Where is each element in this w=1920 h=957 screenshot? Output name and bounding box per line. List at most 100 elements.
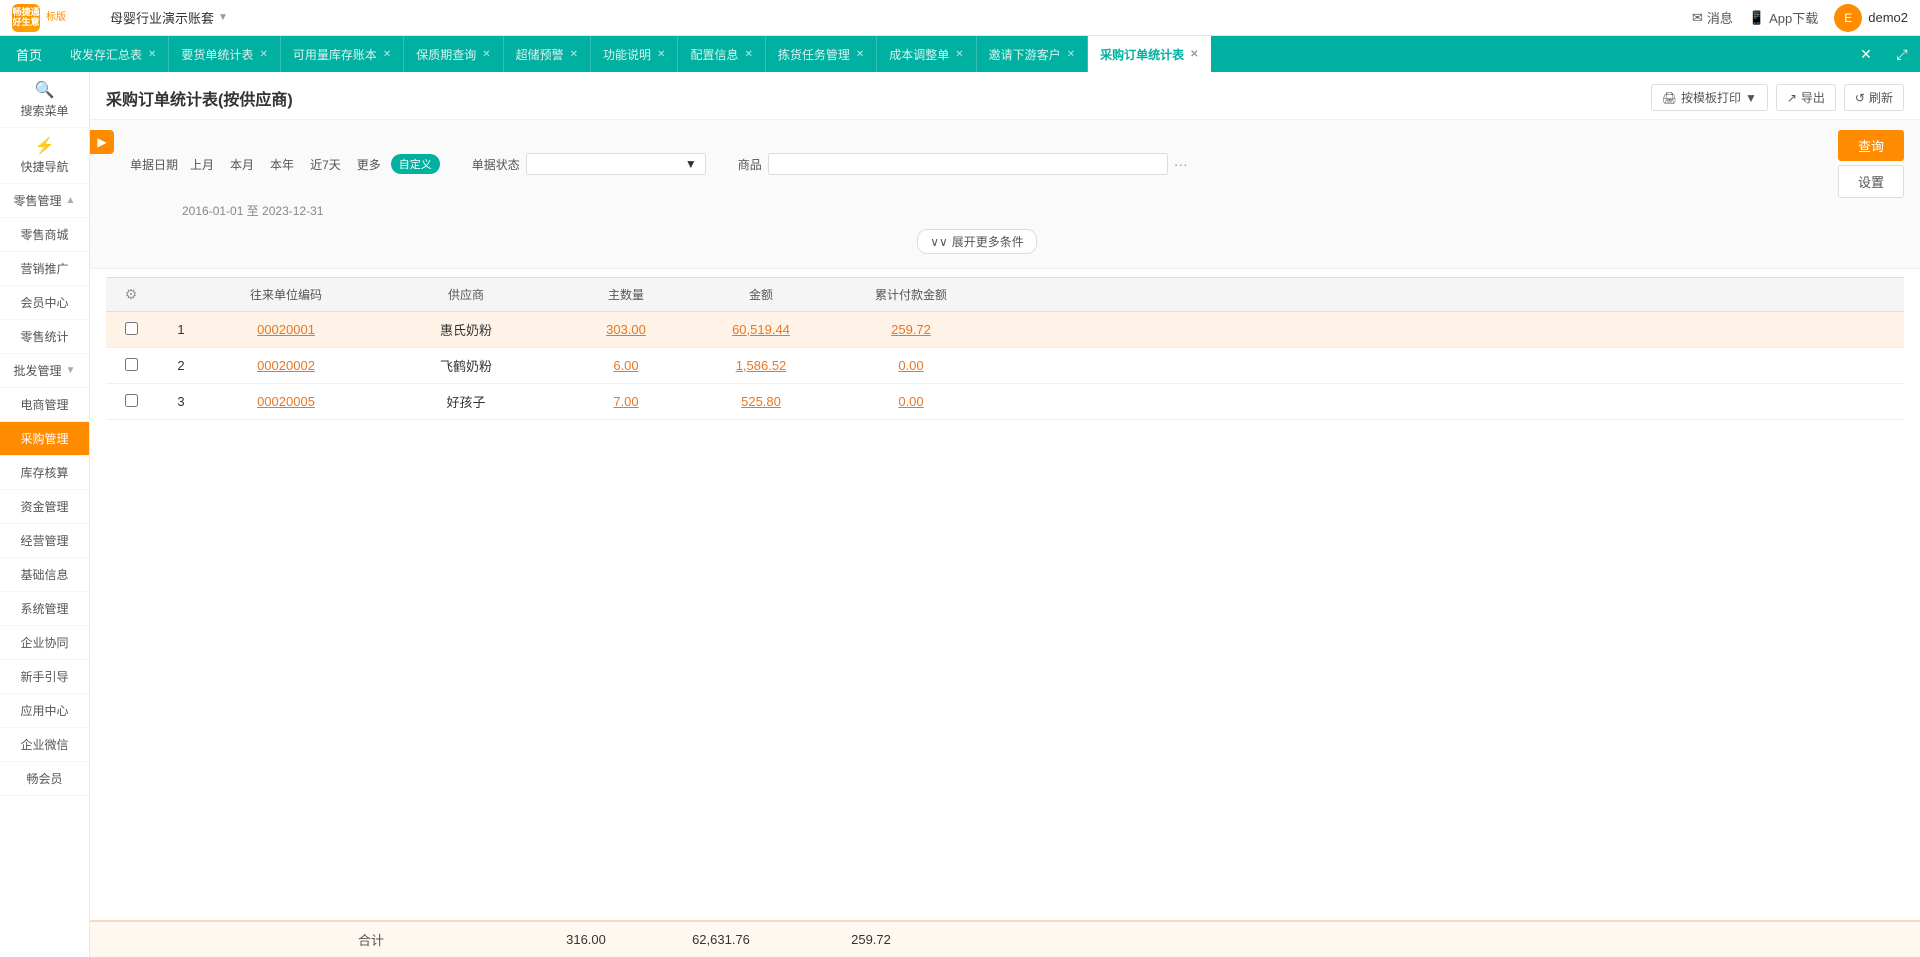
app-download-btn[interactable]: 📱 App下载 [1749, 8, 1818, 27]
user-name: demo2 [1868, 10, 1908, 25]
export-btn[interactable]: ↗ 导出 [1776, 84, 1836, 111]
tab-close-keyongliang[interactable]: ✕ [383, 49, 391, 60]
tab-bar: 首页 收发存汇总表 ✕ 要货单统计表 ✕ 可用量库存账本 ✕ 保质期查询 ✕ 超… [0, 36, 1920, 72]
tab-close-zhehuo[interactable]: ✕ [856, 49, 864, 60]
sidebar-label-basic: 基础信息 [20, 566, 68, 583]
date-shortcut-thisyear[interactable]: 本年 [264, 154, 300, 175]
sidebar-item-enterprise[interactable]: 企业协同 [0, 626, 89, 660]
message-btn[interactable]: ✉ 消息 [1692, 8, 1733, 27]
tab-close-chaochuyujing[interactable]: ✕ [570, 49, 578, 60]
footer-qty: 316.00 [526, 932, 646, 947]
top-bar: 畅捷通好生意 标版 母婴行业演示账套 ▼ ✉ 消息 📱 App下载 E demo… [0, 0, 1920, 36]
tab-close-shoufahuizong[interactable]: ✕ [148, 49, 156, 60]
user-area[interactable]: E demo2 [1834, 4, 1908, 32]
refresh-btn[interactable]: ↺ 刷新 [1844, 84, 1904, 111]
date-custom-tag[interactable]: 自定义 [391, 154, 440, 174]
filter-toggle-icon: ▶ [97, 135, 106, 149]
tab-close-all-btn[interactable]: ✕ [1848, 36, 1884, 72]
sidebar-label-quicknav: 快捷导航 [20, 158, 68, 175]
print-btn[interactable]: 🖨 按模板打印 ▼ [1651, 84, 1768, 111]
sidebar-item-member[interactable]: 会员中心 [0, 286, 89, 320]
sidebar-item-finance[interactable]: 资金管理 [0, 490, 89, 524]
sidebar-item-wholesale[interactable]: 批发管理 ▼ [0, 354, 89, 388]
tab-yaoqing[interactable]: 邀请下游客户 ✕ [977, 36, 1088, 72]
page-title: 采购订单统计表(按供应商) [106, 86, 293, 110]
user-avatar: E [1834, 4, 1862, 32]
tab-caigou[interactable]: 采购订单统计表 ✕ [1088, 36, 1211, 72]
settings-btn[interactable]: 设置 [1838, 165, 1904, 198]
sidebar-item-system[interactable]: 系统管理 [0, 592, 89, 626]
tab-yaohuo[interactable]: 要货单统计表 ✕ [169, 36, 280, 72]
tab-close-yaohuo[interactable]: ✕ [259, 49, 267, 60]
sidebar-item-marketing[interactable]: 营销推广 [0, 252, 89, 286]
sidebar-item-newguide[interactable]: 新手引导 [0, 660, 89, 694]
sidebar-item-ecommerce[interactable]: 电商管理 [0, 388, 89, 422]
sidebar-item-retail-stats[interactable]: 零售统计 [0, 320, 89, 354]
expand-btn[interactable]: ∨∨ 展开更多条件 [917, 229, 1037, 254]
tab-home[interactable]: 首页 [0, 36, 58, 72]
tab-expand-btn[interactable]: ⤢ [1884, 36, 1920, 72]
date-shortcut-more[interactable]: 更多 [351, 154, 387, 175]
filter-toggle-btn[interactable]: ▶ [90, 130, 114, 154]
sidebar-item-basic[interactable]: 基础信息 [0, 558, 89, 592]
app-download-label: App下载 [1769, 8, 1818, 27]
table-row: 3 00020005 好孩子 7.00 525.80 0.00 [106, 384, 1904, 420]
table-row: 2 00020002 飞鹤奶粉 6.00 1,586.52 0.00 [106, 348, 1904, 384]
filter-row-1: 单据日期 上月 本月 本年 近7天 更多 自定义 单据状态 [130, 130, 1904, 198]
tab-close-caigou[interactable]: ✕ [1190, 49, 1198, 60]
sidebar-item-operation[interactable]: 经营管理 [0, 524, 89, 558]
goods-more-icon[interactable]: ··· [1174, 156, 1188, 172]
tab-close-gongneng[interactable]: ✕ [657, 49, 665, 60]
sidebar-item-retail-mall[interactable]: 零售商城 [0, 218, 89, 252]
sidebar-item-wechat[interactable]: 企业微信 [0, 728, 89, 762]
tab-close-baoyuanqi[interactable]: ✕ [482, 49, 490, 60]
expand-conditions-row: ∨∨ 展开更多条件 [130, 225, 1904, 258]
status-select[interactable]: ▼ [526, 153, 706, 175]
status-filter-label: 单据状态 [472, 156, 520, 173]
sidebar-item-search[interactable]: 🔍 搜索菜单 [0, 72, 89, 128]
cell-checkbox[interactable] [106, 312, 156, 348]
tab-close-peizhi[interactable]: ✕ [744, 49, 752, 60]
tab-right-btns: ✕ ⤢ [1848, 36, 1920, 72]
row-checkbox[interactable] [125, 358, 138, 371]
date-shortcut-7days[interactable]: 近7天 [304, 154, 347, 175]
cell-qty: 303.00 [566, 312, 686, 348]
cell-amount: 525.80 [686, 384, 836, 420]
column-settings-icon[interactable]: ⚙ [125, 286, 138, 302]
row-checkbox[interactable] [125, 394, 138, 407]
tab-close-chengben[interactable]: ✕ [955, 49, 963, 60]
sidebar-item-inventory[interactable]: 库存核算 [0, 456, 89, 490]
tab-keyongliang[interactable]: 可用量库存账本 ✕ [281, 36, 404, 72]
date-shortcut-lastmonth[interactable]: 上月 [184, 154, 220, 175]
cell-supplier: 惠氏奶粉 [366, 312, 566, 348]
tab-gongneng[interactable]: 功能说明 ✕ [591, 36, 678, 72]
query-btn[interactable]: 查询 [1838, 130, 1904, 161]
print-dropdown-icon: ▼ [1745, 91, 1757, 105]
sidebar-label-operation: 经营管理 [20, 532, 68, 549]
sidebar-item-retail[interactable]: 零售管理 ▲ [0, 184, 89, 218]
tab-zhehuo[interactable]: 拣货任务管理 ✕ [766, 36, 877, 72]
tab-peizhi[interactable]: 配置信息 ✕ [678, 36, 765, 72]
cell-checkbox[interactable] [106, 348, 156, 384]
tab-baoyuanqi[interactable]: 保质期查询 ✕ [404, 36, 503, 72]
sidebar-label-retail: 零售管理 [14, 192, 62, 209]
tab-close-yaoqing[interactable]: ✕ [1067, 49, 1075, 60]
sidebar: 🔍 搜索菜单 ⚡ 快捷导航 零售管理 ▲ 零售商城 营销推广 会员中心 零售统计… [0, 72, 90, 957]
sidebar-item-purchase[interactable]: 采购管理 [0, 422, 89, 456]
sidebar-item-appcenter[interactable]: 应用中心 [0, 694, 89, 728]
date-shortcut-thismonth[interactable]: 本月 [224, 154, 260, 175]
sidebar-label-inventory: 库存核算 [20, 464, 68, 481]
sidebar-item-quicknav[interactable]: ⚡ 快捷导航 [0, 128, 89, 184]
sidebar-item-vip[interactable]: 畅会员 [0, 762, 89, 796]
cell-checkbox[interactable] [106, 384, 156, 420]
tab-chaochuyujing[interactable]: 超储预警 ✕ [504, 36, 591, 72]
cell-qty: 7.00 [566, 384, 686, 420]
cell-code: 00020002 [206, 348, 366, 384]
filter-area: ▶ 单据日期 上月 本月 本年 近7天 更多 自定义 [90, 120, 1920, 269]
goods-input[interactable] [768, 153, 1168, 175]
cell-paid: 0.00 [836, 348, 986, 384]
row-checkbox[interactable] [125, 322, 138, 335]
workspace-selector[interactable]: 母婴行业演示账套 ▼ [102, 8, 1692, 27]
tab-shoufahuizong[interactable]: 收发存汇总表 ✕ [58, 36, 169, 72]
tab-chengben[interactable]: 成本调整单 ✕ [877, 36, 976, 72]
